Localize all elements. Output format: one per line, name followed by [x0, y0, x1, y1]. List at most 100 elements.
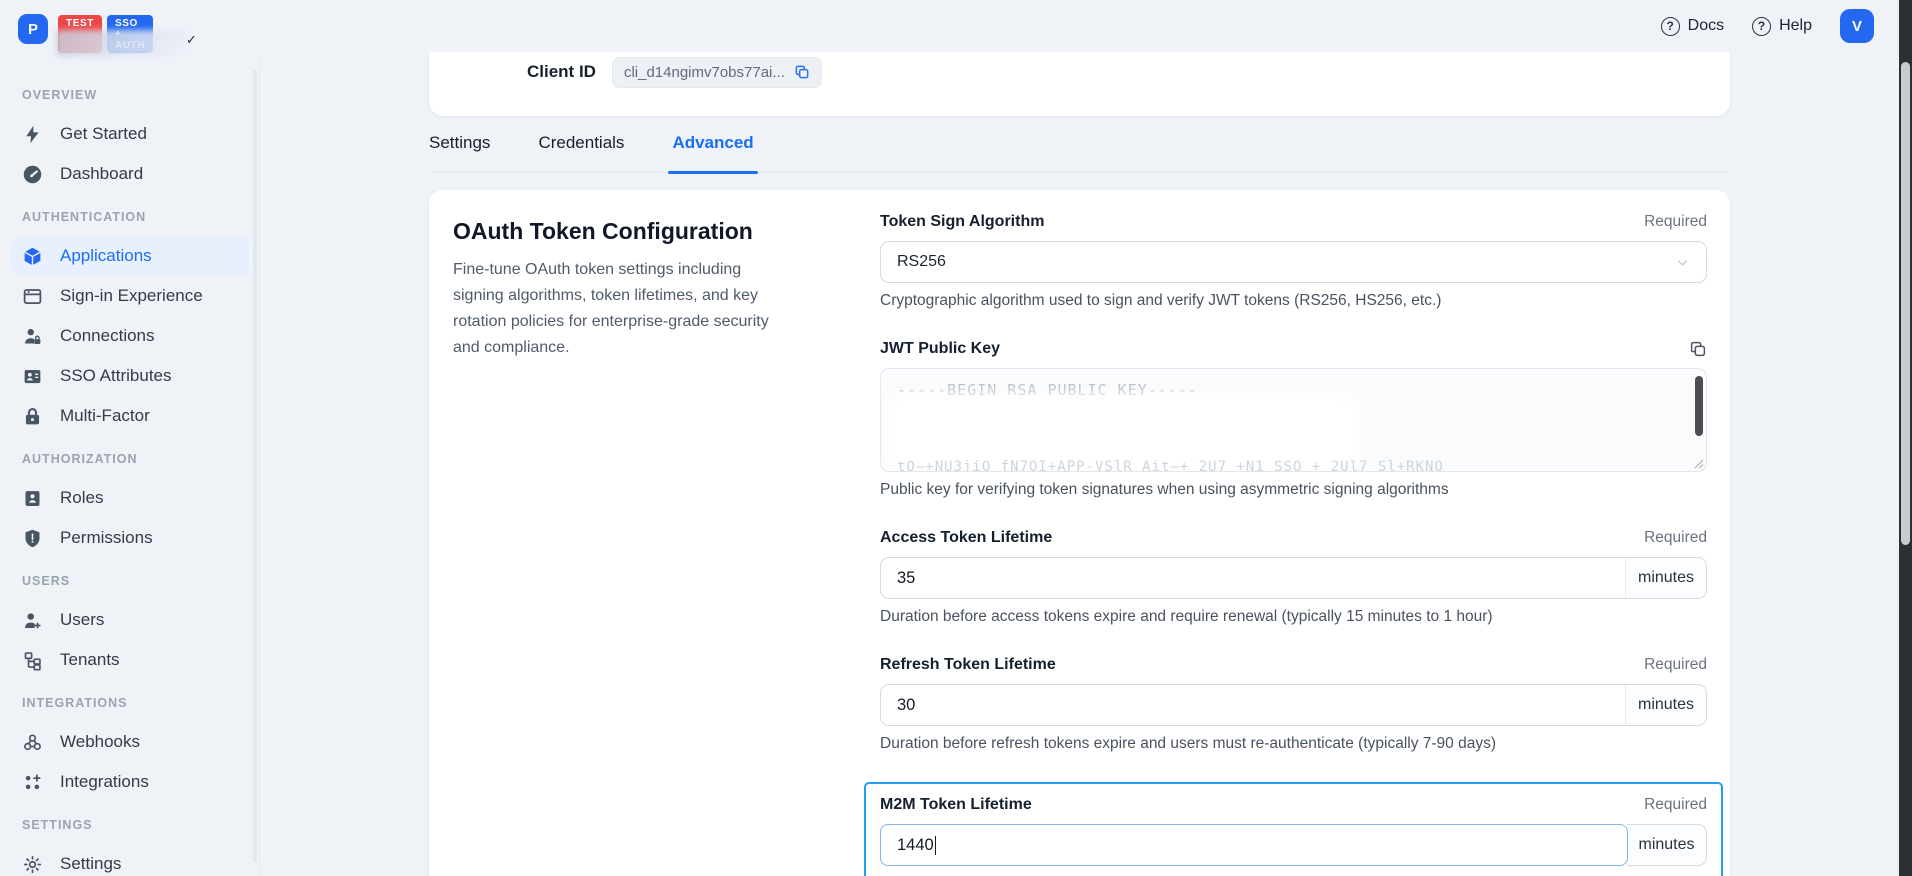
sidebar-item-connections[interactable]: Connections	[10, 316, 249, 356]
sidebar-item-sign-in-experience[interactable]: Sign-in Experience	[10, 276, 249, 316]
section-title: OAuth Token Configuration	[453, 218, 753, 244]
required-badge: Required	[1644, 796, 1707, 813]
sidebar-item-label: Tenants	[60, 650, 120, 669]
cube-icon	[22, 246, 43, 267]
section-description: Fine-tune OAuth token settings including…	[453, 261, 769, 356]
user-avatar[interactable]: V	[1840, 9, 1874, 43]
textarea-scrollbar[interactable]	[1695, 376, 1703, 436]
field-helper: Public key for verifying token signature…	[880, 481, 1449, 498]
project-name-redacted	[56, 30, 188, 57]
unit-label: minutes	[1627, 824, 1707, 866]
sidebar-item-label: Sign-in Experience	[60, 286, 203, 305]
sidebar-item-label: Applications	[60, 246, 152, 265]
bolt-icon	[22, 124, 43, 145]
sidebar-item-dashboard[interactable]: Dashboard	[10, 154, 249, 194]
field-label: Token Sign Algorithm	[880, 213, 1045, 230]
page-scrollbar[interactable]	[1899, 0, 1912, 876]
tab-credentials[interactable]: Credentials	[538, 133, 624, 172]
sidebar-item-multi-factor[interactable]: Multi-Factor	[10, 396, 249, 436]
jwt-public-key-textarea[interactable]: -----BEGIN RSA PUBLIC KEY----- tQ—+NU3ji…	[880, 368, 1707, 472]
sidebar-section-title: OVERVIEW	[22, 88, 98, 102]
chevron-down-icon	[1675, 255, 1690, 270]
gear-icon	[22, 854, 43, 875]
sidebar-section-authentication: AUTHENTICATION Applications Sign-in Expe…	[0, 210, 259, 436]
access-token-lifetime-input[interactable]: 35	[881, 558, 1626, 598]
top-bar: P TEST SSO + AUTH ✓ ? Docs ? Help V	[0, 0, 1912, 57]
sidebar-section-authorization: AUTHORIZATION Roles Permissions	[0, 452, 259, 558]
sidebar-item-label: Permissions	[60, 528, 153, 547]
m2m-token-lifetime-input[interactable]: 1440	[880, 824, 1628, 866]
main-content: Client ID cli_d14ngimv7obs77ai... Check …	[260, 0, 1899, 876]
sidebar-section-overview: OVERVIEW Get Started Dashboard	[0, 88, 259, 194]
oauth-token-configuration-card: OAuth Token Configuration Fine-tune OAut…	[429, 190, 1730, 876]
lock-icon	[22, 406, 43, 427]
id-badge-icon	[22, 488, 43, 509]
client-id-value: cli_d14ngimv7obs77ai...	[623, 63, 785, 81]
sidebar-section-settings: SETTINGS Settings	[0, 818, 259, 876]
sidebar-item-get-started[interactable]: Get Started	[10, 114, 249, 154]
sidebar-item-label: SSO Attributes	[60, 366, 172, 385]
sidebar-item-webhooks[interactable]: Webhooks	[10, 722, 249, 762]
required-badge: Required	[1644, 529, 1707, 546]
sidebar-section-title: AUTHORIZATION	[22, 452, 138, 466]
check-mark-icon: ✓	[186, 32, 197, 47]
client-id-badge[interactable]: cli_d14ngimv7obs77ai...	[611, 56, 822, 88]
sidebar-item-label: Integrations	[60, 772, 149, 791]
sidebar-item-settings[interactable]: Settings	[10, 844, 249, 876]
refresh-token-lifetime-input[interactable]: 30	[881, 685, 1626, 725]
field-label: Access Token Lifetime	[880, 529, 1053, 546]
sidebar-item-label: Multi-Factor	[60, 406, 150, 425]
application-tabs: Settings Credentials Advanced	[429, 133, 1730, 174]
sidebar-item-users[interactable]: Users	[10, 600, 249, 640]
webhook-icon	[22, 732, 43, 753]
sidebar-item-applications[interactable]: Applications	[10, 236, 249, 276]
copy-icon[interactable]	[1689, 340, 1707, 358]
scrollbar-thumb[interactable]	[1901, 62, 1910, 545]
field-helper: Duration before access tokens expire and…	[880, 608, 1493, 625]
sidebar-item-roles[interactable]: Roles	[10, 478, 249, 518]
sidebar-item-label: Connections	[60, 326, 155, 345]
sidebar-section-title: USERS	[22, 574, 71, 588]
help-link[interactable]: ? Help	[1752, 16, 1812, 36]
sidebar-item-permissions[interactable]: Permissions	[10, 518, 249, 558]
sidebar-item-sso-attributes[interactable]: SSO Attributes	[10, 356, 249, 396]
field-label: M2M Token Lifetime	[880, 796, 1032, 813]
copy-icon	[795, 65, 809, 79]
sidebar-scrollbar[interactable]	[253, 70, 257, 862]
brand-logo: P	[18, 14, 48, 44]
dashboard-icon	[22, 164, 43, 185]
select-value: RS256	[897, 253, 946, 270]
sidebar-item-tenants[interactable]: Tenants	[10, 640, 249, 680]
id-card-icon	[22, 366, 43, 387]
user-add-icon	[22, 610, 43, 631]
field-m2m-token-lifetime-highlighted: M2M Token Lifetime Required 1440 minutes…	[864, 782, 1723, 876]
text-cursor	[934, 835, 937, 855]
field-token-sign-algorithm: Token Sign Algorithm Required RS256 Cryp…	[880, 212, 1707, 310]
browser-window-icon	[22, 286, 43, 307]
sidebar-item-label: Webhooks	[60, 732, 141, 751]
sidebar-item-integrations[interactable]: Integrations	[10, 762, 249, 802]
sidebar-section-users: USERS Users Tenants	[0, 574, 259, 680]
unit-label: minutes	[1626, 685, 1706, 725]
field-label: JWT Public Key	[880, 340, 1001, 357]
resize-handle-icon[interactable]	[1694, 459, 1704, 469]
tab-settings[interactable]: Settings	[429, 133, 490, 172]
sidebar-item-label: Dashboard	[60, 164, 144, 183]
jwt-key-redacted-blur	[895, 403, 1349, 463]
docs-link[interactable]: ? Docs	[1660, 16, 1724, 36]
field-jwt-public-key: JWT Public Key -----BEGIN RSA PUBLIC KEY…	[880, 339, 1707, 499]
sidebar-section-integrations: INTEGRATIONS Webhooks Integrations	[0, 696, 259, 802]
required-badge: Required	[1644, 656, 1707, 673]
client-id-label: Client ID	[527, 62, 596, 81]
token-sign-algorithm-select[interactable]: RS256	[880, 241, 1707, 283]
question-circle-icon: ?	[1752, 16, 1772, 36]
field-refresh-token-lifetime: Refresh Token Lifetime Required 30 minut…	[880, 655, 1707, 753]
field-access-token-lifetime: Access Token Lifetime Required 35 minute…	[880, 528, 1707, 626]
tab-advanced[interactable]: Advanced	[668, 133, 758, 174]
shield-icon	[22, 528, 43, 549]
sidebar-item-label: Settings	[60, 854, 122, 873]
sidebar-item-label: Roles	[60, 488, 104, 507]
sidebar: OVERVIEW Get Started Dashboard AUTHENTIC…	[0, 0, 260, 876]
required-badge: Required	[1644, 213, 1707, 230]
sidebar-section-title: AUTHENTICATION	[22, 210, 147, 224]
